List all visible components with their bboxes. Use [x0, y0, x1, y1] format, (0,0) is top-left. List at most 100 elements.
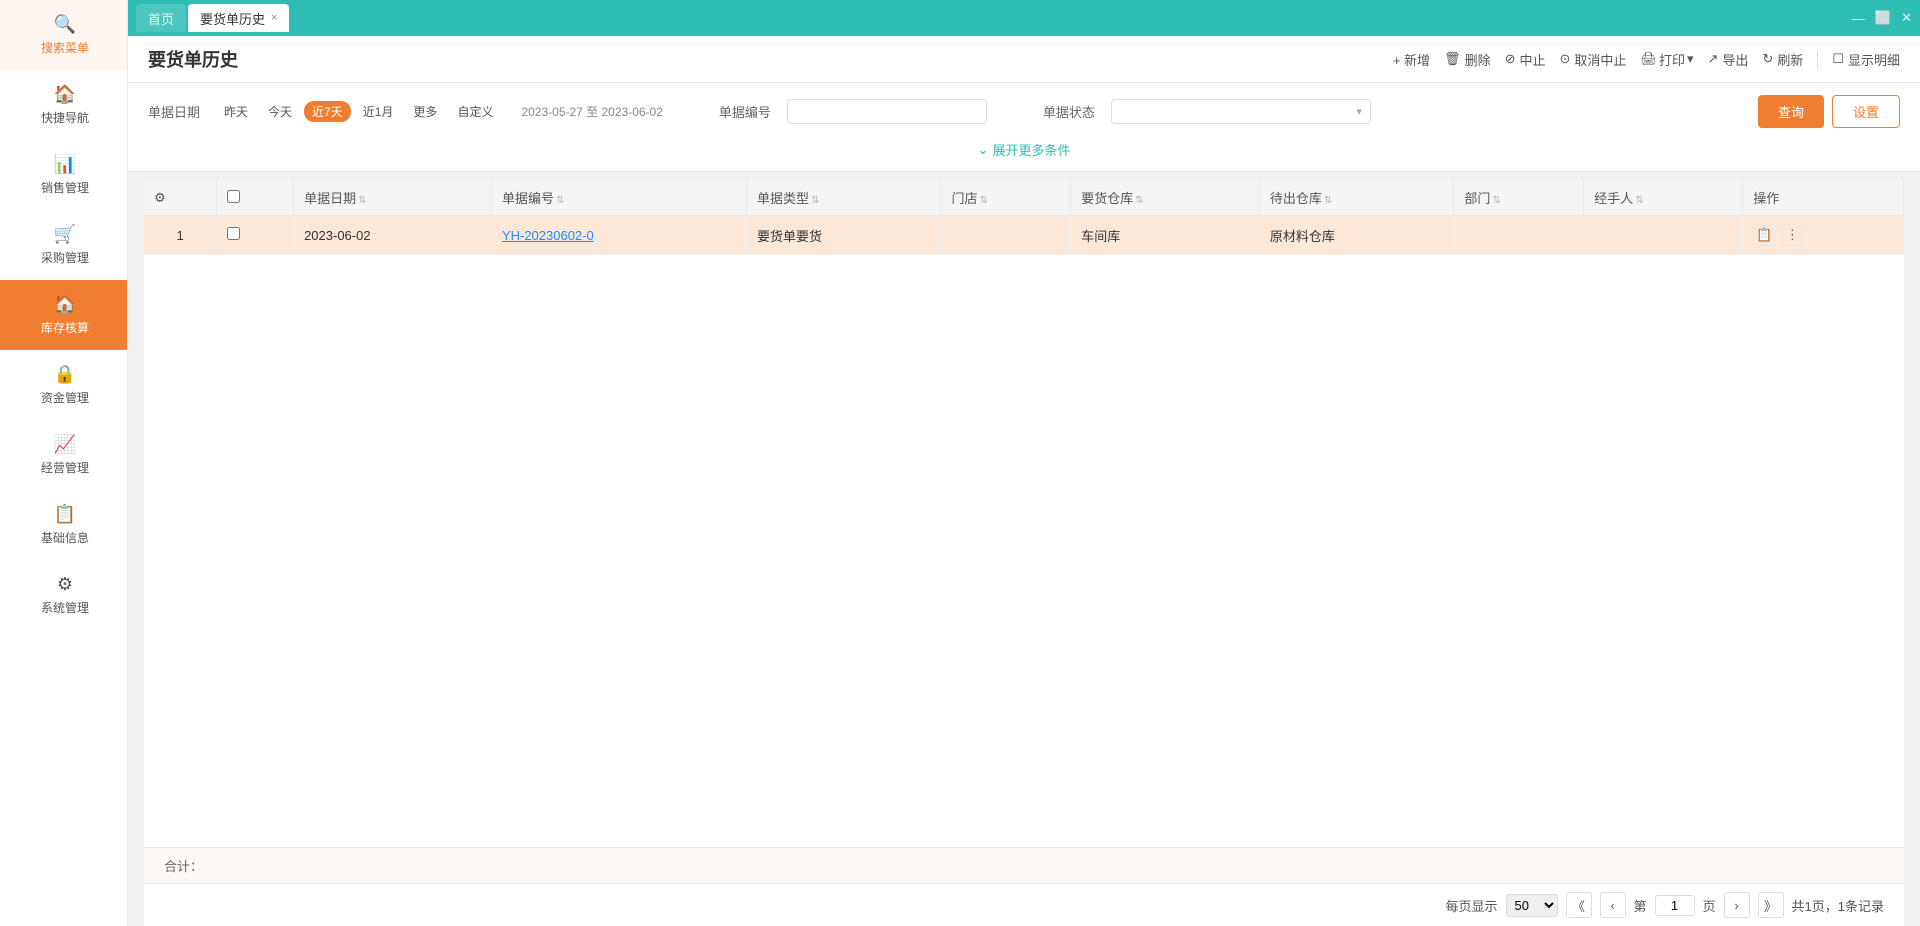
- sidebar-item-finance[interactable]: 🔒 资金管理: [0, 350, 127, 420]
- page-label: 第: [1634, 896, 1647, 915]
- display-detail-button[interactable]: ☐ 显示明细: [1832, 50, 1900, 69]
- date-shortcut-更多[interactable]: 更多: [405, 101, 445, 122]
- tab-label-requisition-history: 要货单历史: [200, 9, 265, 28]
- filter-area: 单据日期 昨天今天近7天近1月更多自定义 2023-05-27 至 2023-0…: [128, 83, 1920, 172]
- per-page-label: 每页显示: [1445, 896, 1497, 915]
- th-doc_date[interactable]: 单据日期⇅: [294, 180, 492, 216]
- table-scroll-area[interactable]: ⚙单据日期⇅单据编号⇅单据类型⇅门店⇅要货仓库⇅待出仓库⇅部门⇅经手人⇅操作 1…: [144, 180, 1904, 847]
- total-info: 共1页，1条记录: [1792, 896, 1884, 915]
- sort-icon-handler: ⇅: [1635, 195, 1643, 206]
- th-store[interactable]: 门店⇅: [941, 180, 1071, 216]
- filter-actions: 查询 设置: [1758, 95, 1900, 128]
- sidebar-item-label-sales: 销售管理: [41, 179, 89, 196]
- delete-icon: 🗑: [1444, 51, 1461, 67]
- date-shortcut-近7天[interactable]: 近7天: [304, 101, 351, 122]
- sidebar-item-quick-nav[interactable]: 🏠快捷导航: [0, 70, 127, 140]
- row-pending-warehouse-0: 原材料仓库: [1259, 216, 1454, 255]
- row-op-more-0[interactable]: ⋮: [1781, 224, 1803, 246]
- sort-icon-doc_date: ⇅: [358, 195, 366, 206]
- print-icon: 🖨: [1640, 51, 1657, 67]
- col-label-handler: 经手人: [1594, 191, 1633, 206]
- row-doc-date-0: 2023-06-02: [294, 216, 492, 255]
- row-checkbox-0[interactable]: [217, 216, 294, 255]
- main-area: 首页要货单历史× — ⬜ ✕ 要货单历史 + 新增 🗑 删除 ⊘ 中止 ⊙: [128, 0, 1920, 926]
- doc-number-input[interactable]: [787, 99, 987, 124]
- maximize-btn[interactable]: ⬜: [1875, 10, 1891, 26]
- sidebar-item-inventory[interactable]: 🏠库存核算: [0, 280, 127, 350]
- close-btn[interactable]: ✕: [1901, 10, 1912, 26]
- minimize-btn[interactable]: —: [1852, 11, 1865, 26]
- sidebar-item-label-inventory: 库存核算: [41, 319, 89, 336]
- sidebar: 🔍搜索菜单🏠快捷导航📊销售管理🛒采购管理🏠库存核算 🔒 资金管理 📈经营管理📋基础信息…: [0, 0, 128, 926]
- stop-button[interactable]: ⊘ 中止: [1505, 50, 1546, 69]
- status-select[interactable]: ▾: [1111, 99, 1371, 124]
- row-doc-type-0: 要货单要货: [746, 216, 941, 255]
- system-icon: ⚙: [57, 574, 73, 595]
- row-op-edit-0[interactable]: 📋: [1753, 224, 1775, 246]
- last-page-button[interactable]: 》: [1758, 892, 1784, 918]
- page-header: 要货单历史 + 新增 🗑 删除 ⊘ 中止 ⊙ 取消中止 🖨 打印: [128, 36, 1920, 83]
- row-department-0: [1454, 216, 1584, 255]
- sidebar-item-label-search: 搜索菜单: [41, 39, 89, 56]
- next-page-button[interactable]: ›: [1724, 892, 1750, 918]
- tab-close-requisition-history[interactable]: ×: [271, 12, 277, 24]
- th-doc_type[interactable]: 单据类型⇅: [746, 180, 941, 216]
- sidebar-item-label-finance: 资金管理: [41, 389, 89, 406]
- tab-home[interactable]: 首页: [136, 4, 186, 32]
- expand-more-button[interactable]: ⌄ 展开更多条件: [148, 136, 1900, 163]
- date-shortcut-近1月[interactable]: 近1月: [355, 101, 402, 122]
- sidebar-item-system[interactable]: ⚙系统管理: [0, 560, 127, 630]
- row-doc-number-0[interactable]: YH-20230602-0: [491, 216, 746, 255]
- window-controls: — ⬜ ✕: [1852, 10, 1912, 26]
- th-doc_number[interactable]: 单据编号⇅: [491, 180, 746, 216]
- new-button[interactable]: + 新增: [1393, 50, 1430, 69]
- select-all-checkbox[interactable]: [227, 190, 240, 203]
- th-pending_warehouse[interactable]: 待出仓库⇅: [1259, 180, 1454, 216]
- query-button[interactable]: 查询: [1758, 95, 1824, 128]
- prev-page-button[interactable]: ‹: [1600, 892, 1626, 918]
- th-req_warehouse[interactable]: 要货仓库⇅: [1071, 180, 1260, 216]
- per-page-select[interactable]: 102050100: [1506, 894, 1558, 917]
- row-handler-0: [1584, 216, 1743, 255]
- finance-icon: 🔒: [54, 364, 76, 385]
- basic-info-icon: 📋: [54, 504, 76, 525]
- row-checkbox-input-0[interactable]: [227, 227, 240, 240]
- th-handler[interactable]: 经手人⇅: [1584, 180, 1743, 216]
- tab-requisition-history[interactable]: 要货单历史 ×: [188, 4, 289, 32]
- stop-icon: ⊘: [1505, 51, 1516, 67]
- purchase-icon: 🛒: [54, 224, 76, 245]
- first-page-button[interactable]: 《: [1566, 892, 1592, 918]
- delete-button[interactable]: 🗑 删除: [1444, 50, 1491, 69]
- print-button[interactable]: 🖨 打印 ▾: [1640, 50, 1693, 69]
- refresh-icon: ↻: [1762, 51, 1773, 67]
- sort-icon-store: ⇅: [980, 195, 988, 206]
- th-department[interactable]: 部门⇅: [1454, 180, 1584, 216]
- refresh-button[interactable]: ↻ 刷新: [1762, 50, 1803, 69]
- total-label: 合计：: [164, 859, 203, 874]
- sort-icon-pending_warehouse: ⇅: [1324, 195, 1332, 206]
- table-body: 1 2023-06-02 YH-20230602-0 要货单要货 车间库 原材料…: [144, 216, 1904, 255]
- date-shortcut-自定义[interactable]: 自定义: [449, 101, 501, 122]
- col-label-req_warehouse: 要货仓库: [1081, 191, 1133, 206]
- status-input[interactable]: [1120, 104, 1356, 119]
- th-settings: ⚙: [144, 180, 217, 216]
- page-input[interactable]: [1655, 895, 1695, 916]
- tab-bar: 首页要货单历史 × — ⬜ ✕: [128, 0, 1920, 36]
- export-button[interactable]: ↗ 导出: [1707, 50, 1748, 69]
- sort-icon-doc_number: ⇅: [556, 195, 564, 206]
- date-shortcut-今天[interactable]: 今天: [260, 101, 300, 122]
- toolbar: + 新增 🗑 删除 ⊘ 中止 ⊙ 取消中止 🖨 打印 ▾: [1393, 50, 1900, 69]
- page-content: 要货单历史 + 新增 🗑 删除 ⊘ 中止 ⊙ 取消中止 🖨 打印: [128, 36, 1920, 926]
- date-shortcut-昨天[interactable]: 昨天: [216, 101, 256, 122]
- th-operation: 操作: [1743, 180, 1904, 216]
- cancel-stop-button[interactable]: ⊙ 取消中止: [1560, 50, 1627, 69]
- settings-button[interactable]: 设置: [1832, 95, 1900, 128]
- sidebar-item-operations[interactable]: 📈经营管理: [0, 420, 127, 490]
- sidebar-item-sales[interactable]: 📊销售管理: [0, 140, 127, 210]
- sidebar-item-basic-info[interactable]: 📋基础信息: [0, 490, 127, 560]
- row-store-0: [941, 216, 1071, 255]
- sidebar-item-search[interactable]: 🔍搜索菜单: [0, 0, 127, 70]
- settings-col-icon[interactable]: ⚙: [154, 190, 166, 205]
- sidebar-item-purchase[interactable]: 🛒采购管理: [0, 210, 127, 280]
- table-row: 1 2023-06-02 YH-20230602-0 要货单要货 车间库 原材料…: [144, 216, 1904, 255]
